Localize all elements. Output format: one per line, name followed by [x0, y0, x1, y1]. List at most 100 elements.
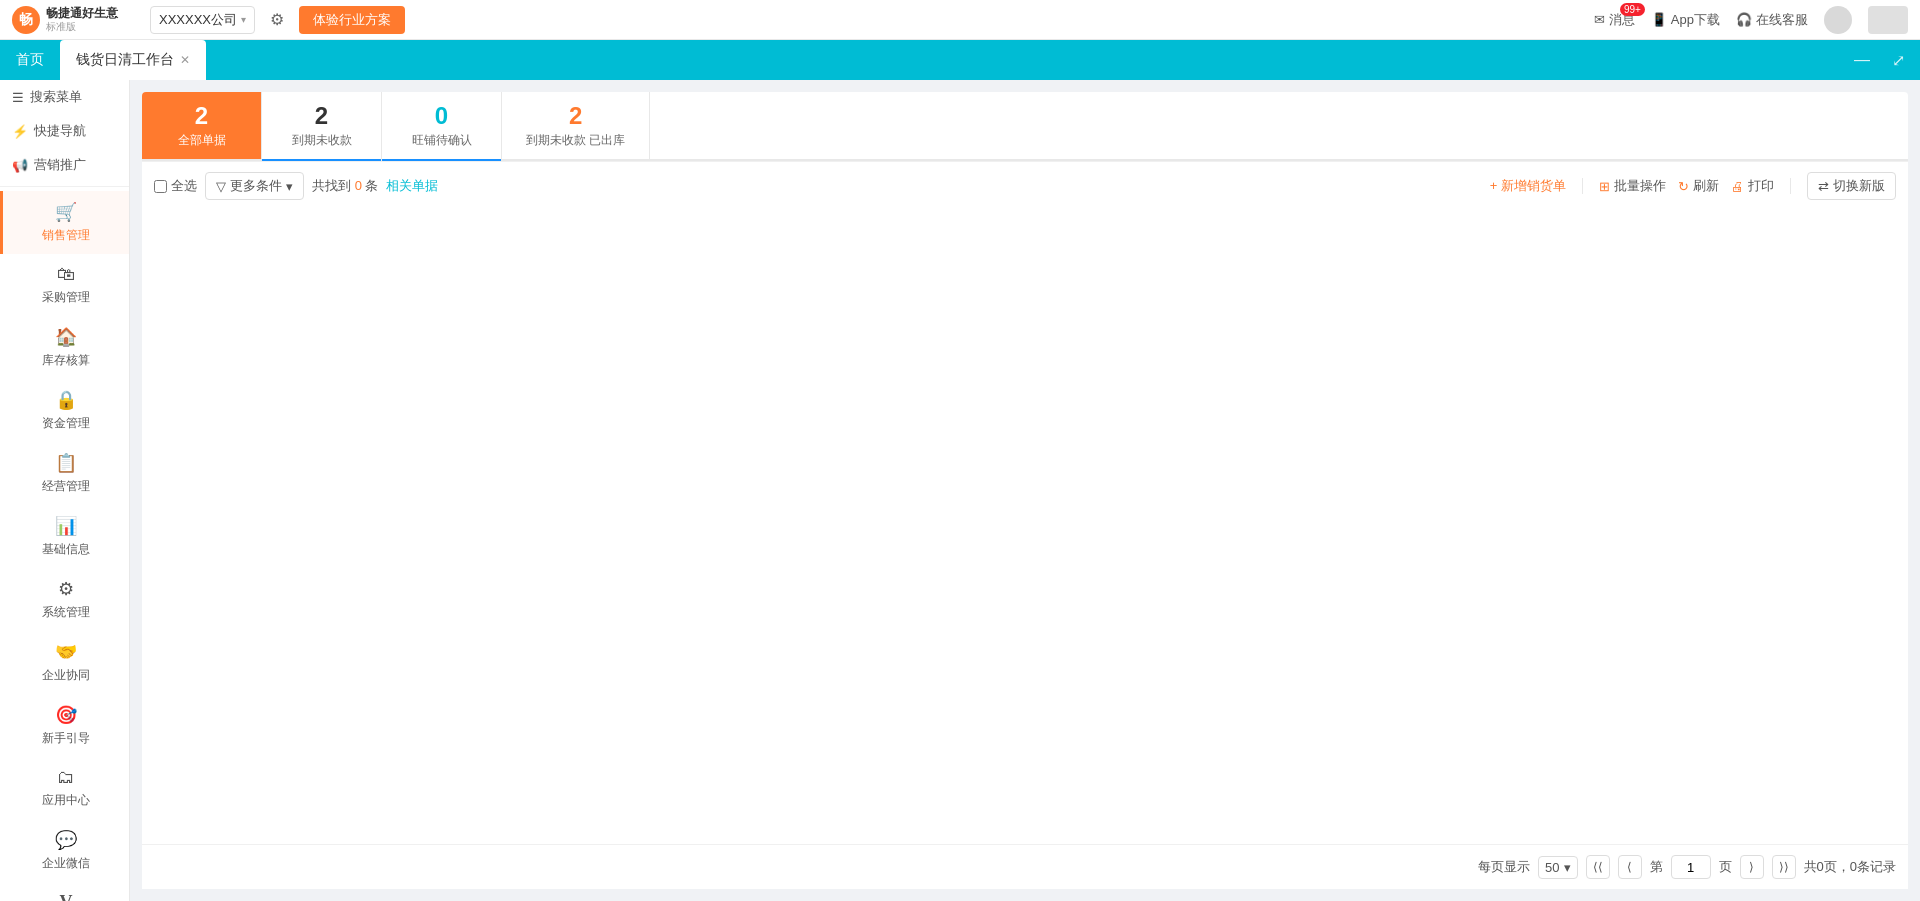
settings-button[interactable]: ⚙: [263, 6, 291, 34]
page-last-button[interactable]: ⟩⟩: [1772, 855, 1796, 879]
header-right: ✉ 消息 99+ 📱 App下载 🎧 在线客服: [1594, 6, 1908, 34]
headset-icon: 🎧: [1736, 12, 1752, 27]
sidebar-quick-nav-label: 快捷导航: [34, 122, 86, 140]
logo-sub: 标准版: [46, 21, 118, 33]
stats-label-pending: 旺铺待确认: [412, 132, 472, 149]
stats-label-all: 全部单据: [178, 132, 226, 149]
page-number-input[interactable]: [1671, 855, 1711, 879]
online-service-label: 在线客服: [1756, 11, 1808, 29]
sidebar-item-label-system: 系统管理: [42, 604, 90, 621]
stats-num-all: 2: [195, 102, 208, 130]
sidebar-item-label-enterprise: 企业协同: [42, 667, 90, 684]
sidebar-item-guide[interactable]: 🎯 新手引导: [0, 694, 129, 757]
toolbar-right: + 新增销货单 ⊞ 批量操作 ↻ 刷新 🖨 打印 ⇄ 切换新版: [1490, 172, 1896, 200]
trial-button[interactable]: 体验行业方案: [299, 6, 405, 34]
app-download-label: App下载: [1671, 11, 1720, 29]
page-size-label: 每页显示: [1478, 858, 1530, 876]
sidebar-item-enterprise[interactable]: 🤝 企业协同: [0, 631, 129, 694]
company-selector[interactable]: XXXXXX公司 ▾: [150, 6, 255, 34]
chevron-down-icon: ▾: [241, 14, 246, 25]
sidebar-item-operation[interactable]: 📋 经营管理: [0, 442, 129, 505]
sidebar-item-label-inventory: 库存核算: [42, 352, 90, 369]
stats-tab-overdue[interactable]: 2 到期未收款: [262, 92, 382, 159]
stats-tab-pending[interactable]: 0 旺铺待确认: [382, 92, 502, 159]
print-icon: 🖨: [1731, 179, 1744, 194]
finance-icon: 🔒: [55, 389, 77, 411]
stats-label-shipped: 到期未收款 已出库: [526, 132, 625, 149]
sidebar-marketing[interactable]: 📢 营销推广: [0, 148, 129, 182]
sidebar-marketing-label: 营销推广: [34, 156, 86, 174]
page-label: 第: [1650, 858, 1663, 876]
select-all-checkbox[interactable]: 全选: [154, 177, 197, 195]
stats-num-shipped: 2: [569, 102, 582, 130]
sidebar-item-basic[interactable]: 📊 基础信息: [0, 505, 129, 568]
sidebar-search-menu[interactable]: ☰ 搜索菜单: [0, 80, 129, 114]
page-first-button[interactable]: ⟨⟨: [1586, 855, 1610, 879]
batch-operation-button[interactable]: ⊞ 批量操作: [1599, 177, 1666, 195]
sales-icon: 🛒: [55, 201, 77, 223]
logo-area: 畅 畅捷通好生意 标准版: [12, 6, 142, 34]
app-download-button[interactable]: 📱 App下载: [1651, 11, 1720, 29]
tab-bar: 首页 钱货日清工作台 ✕ — ⤢: [0, 40, 1920, 80]
tab-maximize-button[interactable]: ⤢: [1884, 46, 1912, 74]
marketing-icon: 📢: [12, 158, 28, 173]
page-size-selector[interactable]: 50 ▾: [1538, 856, 1577, 879]
guide-icon: 🎯: [55, 704, 77, 726]
sidebar-item-weixin[interactable]: 💬 企业微信: [0, 819, 129, 882]
stats-num-pending: 0: [435, 102, 448, 130]
sidebar-item-label-guide: 新手引导: [42, 730, 90, 747]
sidebar-item-app-center[interactable]: 🗂 应用中心: [0, 757, 129, 819]
basic-icon: 📊: [55, 515, 77, 537]
count-value: 0: [355, 178, 362, 193]
sidebar-item-label-weixin: 企业微信: [42, 855, 90, 872]
page-prev-button[interactable]: ⟨: [1618, 855, 1642, 879]
avatar[interactable]: [1824, 6, 1852, 34]
sidebar-item-inventory[interactable]: 🏠 库存核算: [0, 316, 129, 379]
sidebar-item-label-sales: 销售管理: [42, 227, 90, 244]
tab-minimize-button[interactable]: —: [1848, 46, 1876, 74]
add-sales-button[interactable]: + 新增销货单: [1490, 177, 1566, 195]
system-icon: ⚙: [58, 578, 74, 600]
filter-button[interactable]: ▽ 更多条件 ▾: [205, 172, 304, 200]
sidebar: ☰ 搜索菜单 ⚡ 快捷导航 📢 营销推广 🛒 销售管理 🛍 采购管理 🏠 库存核…: [0, 80, 130, 901]
stats-tab-shipped[interactable]: 2 到期未收款 已出库: [502, 92, 650, 159]
stats-tabs: 2 全部单据 2 到期未收款 0 旺铺待确认 2 到期未收款 已出库: [142, 92, 1908, 161]
sidebar-item-member[interactable]: V 畅会员: [0, 882, 129, 901]
select-all-input[interactable]: [154, 180, 167, 193]
message-button[interactable]: ✉ 消息 99+: [1594, 11, 1635, 29]
stats-label-overdue: 到期未收款: [292, 132, 352, 149]
tab-home[interactable]: 首页: [0, 40, 60, 80]
message-icon: ✉: [1594, 12, 1605, 27]
member-icon: V: [60, 892, 73, 901]
sidebar-top-items: ☰ 搜索菜单 ⚡ 快捷导航 📢 营销推广: [0, 80, 129, 187]
page-label2: 页: [1719, 858, 1732, 876]
sidebar-item-finance[interactable]: 🔒 资金管理: [0, 379, 129, 442]
sidebar-quick-nav[interactable]: ⚡ 快捷导航: [0, 114, 129, 148]
related-records-link[interactable]: 相关单据: [386, 177, 438, 195]
pagination-bar: 每页显示 50 ▾ ⟨⟨ ⟨ 第 页 ⟩ ⟩⟩ 共0页，0条记录: [142, 844, 1908, 889]
table-area: [142, 210, 1908, 844]
stats-tab-all[interactable]: 2 全部单据: [142, 92, 262, 159]
sidebar-item-label-purchase: 采购管理: [42, 289, 90, 306]
online-service-button[interactable]: 🎧 在线客服: [1736, 11, 1808, 29]
sidebar-item-label-app-center: 应用中心: [42, 792, 90, 809]
sidebar-item-sales[interactable]: 🛒 销售管理: [0, 191, 129, 254]
sidebar-item-label-finance: 资金管理: [42, 415, 90, 432]
inventory-icon: 🏠: [55, 326, 77, 348]
tab-cashflow[interactable]: 钱货日清工作台 ✕: [60, 40, 206, 80]
refresh-button[interactable]: ↻ 刷新: [1678, 177, 1719, 195]
sidebar-item-label-operation: 经营管理: [42, 478, 90, 495]
sidebar-item-purchase[interactable]: 🛍 采购管理: [0, 254, 129, 316]
page-next-button[interactable]: ⟩: [1740, 855, 1764, 879]
total-info: 共0页，0条记录: [1804, 858, 1896, 876]
count-info: 共找到 0 条: [312, 177, 378, 195]
user-menu[interactable]: [1868, 6, 1908, 34]
filter-icon: ▽: [216, 179, 226, 194]
sidebar-item-system[interactable]: ⚙ 系统管理: [0, 568, 129, 631]
switch-version-button[interactable]: ⇄ 切换新版: [1807, 172, 1896, 200]
top-header: 畅 畅捷通好生意 标准版 XXXXXX公司 ▾ ⚙ 体验行业方案 ✉ 消息 99…: [0, 0, 1920, 40]
print-button[interactable]: 🖨 打印: [1731, 177, 1774, 195]
main-layout: ☰ 搜索菜单 ⚡ 快捷导航 📢 营销推广 🛒 销售管理 🛍 采购管理 🏠 库存核…: [0, 80, 1920, 901]
tab-bar-right: — ⤢: [1848, 46, 1920, 74]
tab-close-icon[interactable]: ✕: [180, 53, 190, 67]
